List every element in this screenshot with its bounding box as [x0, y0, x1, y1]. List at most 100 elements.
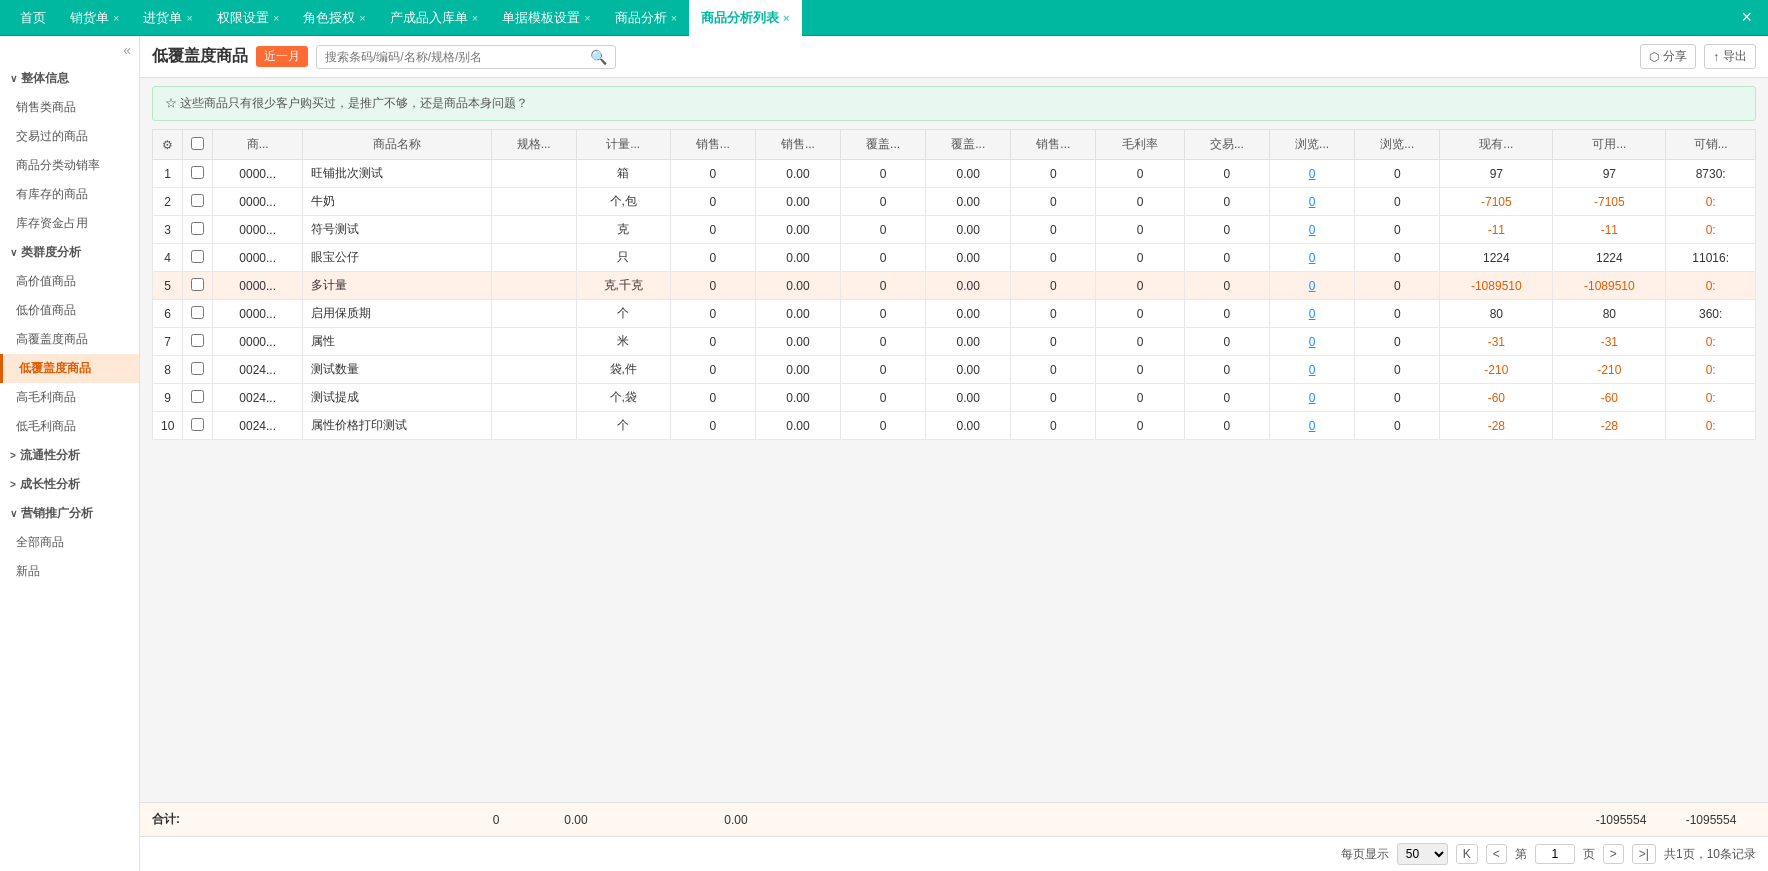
row-checkbox[interactable]: [183, 272, 213, 300]
row-checkbox[interactable]: [183, 244, 213, 272]
th-sales-rate[interactable]: 销售...: [1011, 130, 1096, 160]
row-sales-rate: 0: [1011, 244, 1096, 272]
total-sales-amt: 0.00: [536, 813, 616, 827]
sidebar-item-high-value[interactable]: 高价值商品: [0, 267, 139, 296]
sidebar-item-high-margin[interactable]: 高毛利商品: [0, 383, 139, 412]
total-label: 合计:: [152, 811, 180, 828]
row-checkbox[interactable]: [183, 412, 213, 440]
row-browse1[interactable]: 0: [1270, 188, 1355, 216]
page-size-select[interactable]: 50 20 100 200: [1397, 843, 1448, 865]
next-page-button[interactable]: >: [1603, 844, 1624, 864]
nav-sales-order[interactable]: 销货单 ×: [58, 0, 131, 36]
close-product-entry-icon[interactable]: ×: [472, 12, 478, 24]
row-spec: [491, 272, 576, 300]
sidebar-item-low-margin[interactable]: 低毛利商品: [0, 412, 139, 441]
row-gross-margin: 0: [1096, 384, 1184, 412]
th-cov1[interactable]: 覆盖...: [841, 130, 926, 160]
sidebar-item-all-goods[interactable]: 全部商品: [0, 528, 139, 557]
nav-role-auth[interactable]: 角色授权 ×: [291, 0, 377, 36]
th-settings[interactable]: ⚙: [153, 130, 183, 160]
sidebar-collapse-button[interactable]: «: [0, 36, 139, 64]
th-trans[interactable]: 交易...: [1184, 130, 1269, 160]
last-page-button[interactable]: >|: [1632, 844, 1656, 864]
row-browse1[interactable]: 0: [1270, 216, 1355, 244]
row-checkbox[interactable]: [183, 216, 213, 244]
period-button[interactable]: 近一月: [256, 46, 308, 67]
row-browse1[interactable]: 0: [1270, 244, 1355, 272]
nav-product-analysis-list[interactable]: 商品分析列表 ×: [689, 0, 801, 36]
nav-product-analysis[interactable]: 商品分析 ×: [603, 0, 689, 36]
row-checkbox[interactable]: [183, 356, 213, 384]
export-button[interactable]: ↑ 导出: [1704, 44, 1756, 69]
row-no: 9: [153, 384, 183, 412]
search-icon[interactable]: 🔍: [590, 49, 607, 65]
sidebar-item-low-coverage[interactable]: 低覆盖度商品: [0, 354, 139, 383]
section-arrow-flow: >: [10, 450, 16, 461]
th-unit[interactable]: 计量...: [576, 130, 670, 160]
th-sales-qty[interactable]: 销售...: [670, 130, 755, 160]
sidebar-item-new-goods[interactable]: 新品: [0, 557, 139, 586]
close-role-auth-icon[interactable]: ×: [359, 12, 365, 24]
nav-permission-settings[interactable]: 权限设置 ×: [205, 0, 291, 36]
first-page-button[interactable]: K: [1456, 844, 1478, 864]
sidebar-item-sales-goods[interactable]: 销售类商品: [0, 93, 139, 122]
sidebar-section-marketing[interactable]: ∨ 营销推广分析: [0, 499, 139, 528]
row-browse1[interactable]: 0: [1270, 300, 1355, 328]
sidebar-section-overall[interactable]: ∨ 整体信息: [0, 64, 139, 93]
th-code[interactable]: 商...: [213, 130, 303, 160]
close-sales-order-icon[interactable]: ×: [113, 12, 119, 24]
th-spec[interactable]: 规格...: [491, 130, 576, 160]
nav-purchase-order[interactable]: 进货单 ×: [131, 0, 204, 36]
row-browse1[interactable]: 0: [1270, 272, 1355, 300]
select-all-checkbox[interactable]: [191, 137, 204, 150]
row-checkbox[interactable]: [183, 160, 213, 188]
close-permission-icon[interactable]: ×: [273, 12, 279, 24]
row-checkbox[interactable]: [183, 328, 213, 356]
window-close-button[interactable]: ×: [1733, 7, 1760, 28]
sidebar-item-high-coverage[interactable]: 高覆盖度商品: [0, 325, 139, 354]
th-saleable[interactable]: 可销...: [1666, 130, 1756, 160]
sidebar-item-traded-goods[interactable]: 交易过的商品: [0, 122, 139, 151]
row-checkbox[interactable]: [183, 384, 213, 412]
th-available-stock[interactable]: 可用...: [1553, 130, 1666, 160]
close-template-icon[interactable]: ×: [584, 12, 590, 24]
sidebar-section-cluster[interactable]: ∨ 类群度分析: [0, 238, 139, 267]
sidebar-section-flow[interactable]: > 流通性分析: [0, 441, 139, 470]
th-sales-amt[interactable]: 销售...: [755, 130, 840, 160]
sidebar-item-low-value[interactable]: 低价值商品: [0, 296, 139, 325]
sidebar-item-stocked-goods[interactable]: 有库存的商品: [0, 180, 139, 209]
prev-page-button[interactable]: <: [1486, 844, 1507, 864]
row-checkbox[interactable]: [183, 188, 213, 216]
th-checkbox[interactable]: [183, 130, 213, 160]
export-icon: ↑: [1713, 50, 1719, 64]
th-cov2[interactable]: 覆盖...: [926, 130, 1011, 160]
close-analysis-icon[interactable]: ×: [671, 12, 677, 24]
row-browse1[interactable]: 0: [1270, 328, 1355, 356]
share-button[interactable]: ⬡ 分享: [1640, 44, 1696, 69]
row-current-stock: -28: [1440, 412, 1553, 440]
total-current-stock: -1095554: [1576, 813, 1666, 827]
row-browse1[interactable]: 0: [1270, 412, 1355, 440]
th-browse1[interactable]: 浏览...: [1270, 130, 1355, 160]
row-browse1[interactable]: 0: [1270, 356, 1355, 384]
row-cov1: 0: [841, 412, 926, 440]
th-name[interactable]: 商品名称: [302, 130, 491, 160]
row-browse1[interactable]: 0: [1270, 384, 1355, 412]
sidebar-item-stock-capital[interactable]: 库存资金占用: [0, 209, 139, 238]
close-purchase-order-icon[interactable]: ×: [186, 12, 192, 24]
row-gross-margin: 0: [1096, 160, 1184, 188]
sidebar-section-growth[interactable]: > 成长性分析: [0, 470, 139, 499]
nav-template-settings[interactable]: 单据模板设置 ×: [490, 0, 602, 36]
close-analysis-list-icon[interactable]: ×: [783, 12, 789, 24]
search-input[interactable]: [325, 50, 590, 64]
nav-home[interactable]: 首页: [8, 0, 58, 36]
row-checkbox[interactable]: [183, 300, 213, 328]
page-number-input[interactable]: [1535, 844, 1575, 864]
th-current-stock[interactable]: 现有...: [1440, 130, 1553, 160]
sidebar-item-category-rate[interactable]: 商品分类动销率: [0, 151, 139, 180]
row-trans: 0: [1184, 328, 1269, 356]
row-browse1[interactable]: 0: [1270, 160, 1355, 188]
th-browse2[interactable]: 浏览...: [1355, 130, 1440, 160]
th-gross-margin[interactable]: 毛利率: [1096, 130, 1184, 160]
nav-product-entry[interactable]: 产成品入库单 ×: [378, 0, 490, 36]
